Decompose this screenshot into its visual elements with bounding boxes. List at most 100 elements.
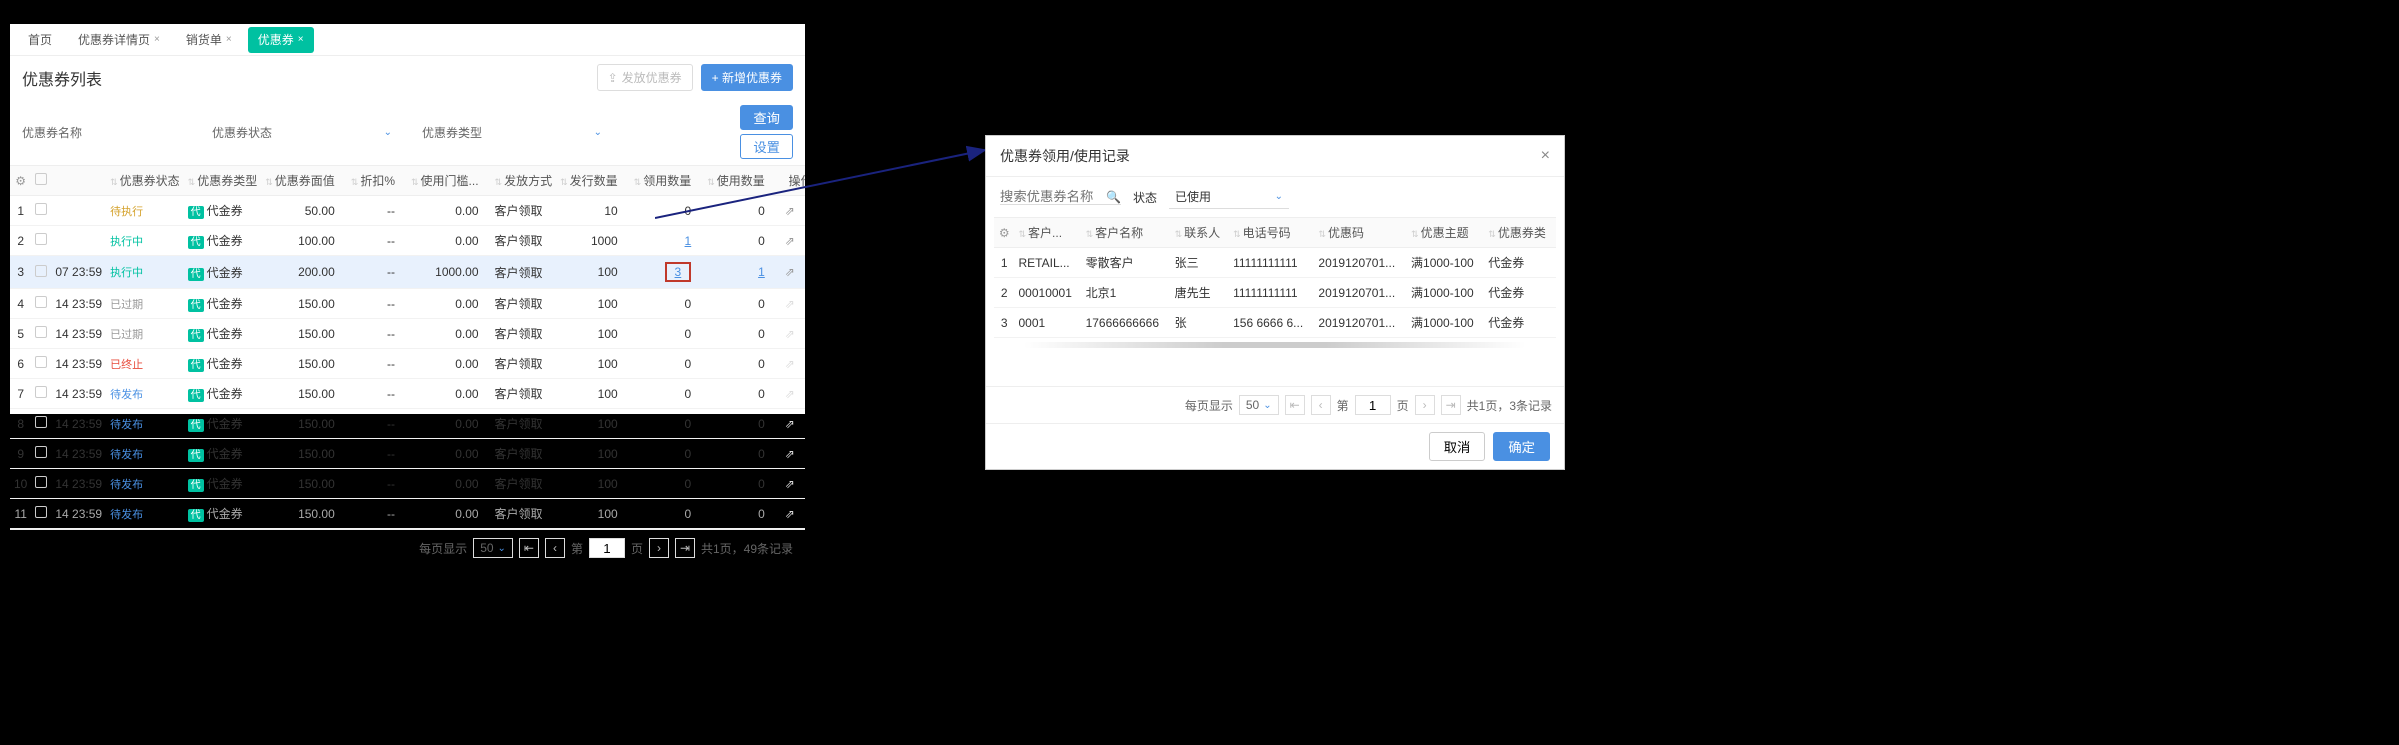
qrcode-icon[interactable]: ▦	[804, 265, 805, 279]
cell-use-qty: 0	[703, 409, 777, 439]
cancel-button[interactable]: 取消	[1429, 432, 1486, 461]
qrcode-icon[interactable]: ▦	[804, 477, 805, 491]
use-qty-link[interactable]: 1	[758, 265, 765, 279]
close-icon[interactable]: ×	[226, 27, 232, 53]
col-type[interactable]: ⇅优惠券类型	[184, 166, 262, 196]
row-checkbox[interactable]	[35, 265, 47, 277]
table-row[interactable]: 7 14 23:59 待发布 代代金券 150.00 -- 0.00 客户领取 …	[10, 379, 805, 409]
col-gear[interactable]: ⚙	[10, 166, 31, 196]
share-icon[interactable]: ⇗	[783, 204, 797, 218]
row-checkbox[interactable]	[35, 446, 47, 458]
cell-ops: ⇗ ▦	[777, 349, 805, 379]
row-checkbox[interactable]	[35, 476, 47, 488]
col-threshold[interactable]: ⇅使用门槛...	[407, 166, 491, 196]
query-button[interactable]: 查询	[740, 105, 793, 130]
qrcode-icon[interactable]: ▦	[804, 234, 805, 248]
row-checkbox[interactable]	[35, 203, 47, 215]
last-page-button[interactable]: ⇥	[675, 538, 695, 558]
col-status[interactable]: ⇅优惠券状态	[106, 166, 184, 196]
row-checkbox[interactable]	[35, 416, 47, 428]
close-icon[interactable]: ×	[298, 27, 304, 53]
close-icon[interactable]: ×	[1541, 147, 1550, 165]
table-row[interactable]: 2 执行中 代代金券 100.00 -- 0.00 客户领取 1000 1 0 …	[10, 226, 805, 256]
qrcode-icon[interactable]: ▦	[804, 507, 805, 521]
share-icon[interactable]: ⇗	[783, 265, 797, 279]
per-page-select[interactable]: 50⌄	[1239, 395, 1279, 415]
claim-qty-highlighted[interactable]: 3	[665, 262, 692, 282]
checkbox-all[interactable]	[35, 173, 47, 185]
page-summary: 共1页，49条记录	[701, 540, 793, 557]
qrcode-icon[interactable]: ▦	[804, 357, 805, 371]
table-row[interactable]: 11 14 23:59 待发布 代代金券 150.00 -- 0.00 客户领取…	[10, 499, 805, 529]
col-discount[interactable]: ⇅折扣%	[347, 166, 407, 196]
horizontal-scrollbar[interactable]	[1024, 342, 1526, 348]
table-row[interactable]: 3 0001 17666666666 张 156 6666 6... 20191…	[994, 308, 1556, 338]
row-checkbox[interactable]	[35, 356, 47, 368]
issue-coupon-button[interactable]: ⇪发放优惠券	[597, 64, 693, 91]
modal-status-select[interactable]: 已使用 ⌄	[1169, 185, 1289, 209]
per-page-select[interactable]: 50⌄	[473, 538, 513, 558]
tab-detail[interactable]: 优惠券详情页×	[68, 27, 170, 53]
type-select[interactable]: ⌄	[488, 120, 608, 144]
qrcode-icon[interactable]: ▦	[804, 297, 805, 311]
col-time[interactable]	[51, 166, 106, 196]
search-input[interactable]	[1000, 189, 1100, 204]
first-page-button[interactable]: ⇤	[519, 538, 539, 558]
col-code[interactable]: ⇅优惠码	[1314, 218, 1407, 248]
close-icon[interactable]: ×	[154, 27, 160, 53]
col-subject[interactable]: ⇅优惠主题	[1407, 218, 1484, 248]
table-row[interactable]: 6 14 23:59 已终止 代代金券 150.00 -- 0.00 客户领取 …	[10, 349, 805, 379]
confirm-button[interactable]: 确定	[1493, 432, 1550, 461]
next-page-button[interactable]: ›	[1415, 395, 1435, 415]
col-face[interactable]: ⇅优惠券面值	[261, 166, 347, 196]
col-claim-qty[interactable]: ⇅领用数量	[630, 166, 704, 196]
add-coupon-button[interactable]: + 新增优惠券	[701, 64, 793, 91]
col-cust-name[interactable]: ⇅客户名称	[1082, 218, 1171, 248]
row-checkbox[interactable]	[35, 326, 47, 338]
qrcode-icon[interactable]: ▦	[804, 204, 805, 218]
col-issue-qty[interactable]: ⇅发行数量	[556, 166, 630, 196]
table-row[interactable]: 1 待执行 代代金券 50.00 -- 0.00 客户领取 10 0 0 ⇗ ▦	[10, 196, 805, 226]
claim-qty-link[interactable]: 1	[685, 234, 692, 248]
search-icon[interactable]: 🔍	[1106, 190, 1121, 204]
tab-home[interactable]: 首页	[18, 27, 62, 53]
next-page-button[interactable]: ›	[649, 538, 669, 558]
row-checkbox[interactable]	[35, 296, 47, 308]
filter-label: 优惠券状态	[212, 124, 272, 141]
qrcode-icon[interactable]: ▦	[804, 417, 805, 431]
col-use-qty[interactable]: ⇅使用数量	[703, 166, 777, 196]
table-row[interactable]: 8 14 23:59 待发布 代代金券 150.00 -- 0.00 客户领取 …	[10, 409, 805, 439]
col-cust-no[interactable]: ⇅客户...	[1015, 218, 1082, 248]
table-row[interactable]: 4 14 23:59 已过期 代代金券 150.00 -- 0.00 客户领取 …	[10, 289, 805, 319]
prev-page-button[interactable]: ‹	[545, 538, 565, 558]
table-row[interactable]: 1 RETAIL... 零散客户 张三 11111111111 20191207…	[994, 248, 1556, 278]
col-phone[interactable]: ⇅电话号码	[1229, 218, 1314, 248]
last-page-button[interactable]: ⇥	[1441, 395, 1461, 415]
table-row[interactable]: 10 14 23:59 待发布 代代金券 150.00 -- 0.00 客户领取…	[10, 469, 805, 499]
settings-button[interactable]: 设置	[740, 134, 793, 159]
share-icon[interactable]: ⇗	[783, 234, 797, 248]
tab-sales[interactable]: 销货单×	[176, 27, 242, 53]
col-gear[interactable]: ⚙	[994, 218, 1015, 248]
col-method[interactable]: ⇅发放方式	[491, 166, 557, 196]
qrcode-icon[interactable]: ▦	[804, 327, 805, 341]
col-contact[interactable]: ⇅联系人	[1171, 218, 1230, 248]
row-checkbox[interactable]	[35, 506, 47, 518]
table-row[interactable]: 9 14 23:59 待发布 代代金券 150.00 -- 0.00 客户领取 …	[10, 439, 805, 469]
qrcode-icon[interactable]: ▦	[804, 387, 805, 401]
col-checkbox[interactable]	[31, 166, 51, 196]
table-row[interactable]: 2 00010001 北京1 唐先生 11111111111 201912070…	[994, 278, 1556, 308]
tab-coupon[interactable]: 优惠券×	[248, 27, 314, 53]
first-page-button[interactable]: ⇤	[1285, 395, 1305, 415]
table-row[interactable]: 5 14 23:59 已过期 代代金券 150.00 -- 0.00 客户领取 …	[10, 319, 805, 349]
table-row[interactable]: 3 07 23:59 执行中 代代金券 200.00 -- 1000.00 客户…	[10, 256, 805, 289]
status-select[interactable]: ⌄	[278, 120, 398, 144]
page-input[interactable]	[589, 538, 625, 558]
coupon-name-input[interactable]	[88, 120, 188, 144]
qrcode-icon[interactable]: ▦	[804, 447, 805, 461]
prev-page-button[interactable]: ‹	[1311, 395, 1331, 415]
page-input[interactable]	[1355, 395, 1391, 415]
row-checkbox[interactable]	[35, 386, 47, 398]
col-coupon-type[interactable]: ⇅优惠券类	[1484, 218, 1556, 248]
row-checkbox[interactable]	[35, 233, 47, 245]
